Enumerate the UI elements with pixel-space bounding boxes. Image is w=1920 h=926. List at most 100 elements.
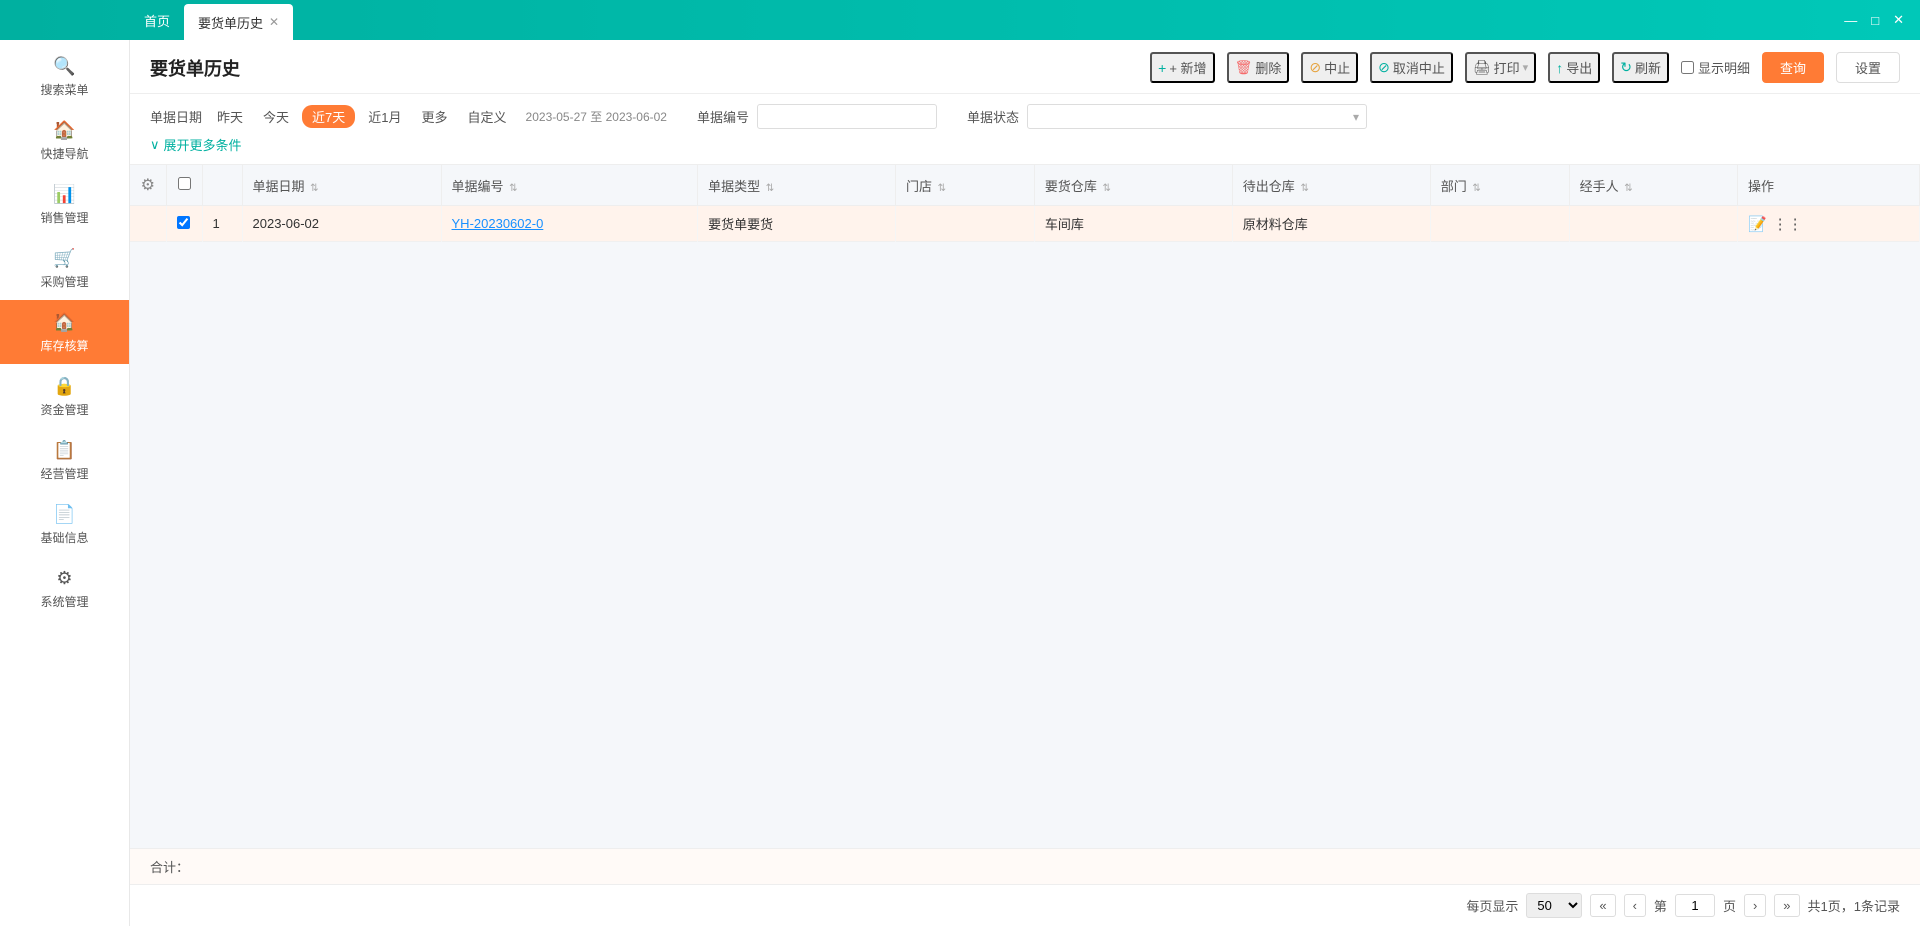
date-range-text: 2023-05-27 至 2023-06-02 <box>526 108 667 125</box>
page-title: 要货单历史 <box>150 55 240 81</box>
edit-action-icon[interactable]: 📝 <box>1748 215 1767 233</box>
row-checkbox-0[interactable] <box>177 216 190 229</box>
th-actions: 操作 <box>1737 165 1919 206</box>
cancel-stop-button[interactable]: ⊘ 取消中止 <box>1370 52 1453 83</box>
delete-button[interactable]: 🗑 删除 <box>1227 52 1290 83</box>
td-actions: 📝 ⋮⋮ <box>1737 206 1919 242</box>
print-icon: 🖨 <box>1473 59 1491 76</box>
date-filter-group: 单据日期 昨天 今天 近7天 近1月 更多 自定义 2023-05-27 至 2… <box>150 105 667 128</box>
sort-department-icon[interactable]: ⇅ <box>1472 183 1480 194</box>
sort-pending-warehouse-icon[interactable]: ⇅ <box>1300 183 1308 194</box>
page-number-input[interactable] <box>1675 894 1715 917</box>
th-doc-number: 单据编号 ⇅ <box>441 165 698 206</box>
display-detail-checkbox-label[interactable]: 显示明细 <box>1681 58 1750 77</box>
toolbar: + + 新增 🗑 删除 ⊘ 中止 ⊘ 取消中止 <box>1150 52 1900 83</box>
query-button[interactable]: 查询 <box>1762 52 1824 83</box>
sort-doc-date-icon[interactable]: ⇅ <box>310 183 318 194</box>
sort-handler-icon[interactable]: ⇅ <box>1624 183 1632 194</box>
sidebar-item-inventory[interactable]: 🏠 库存核算 <box>0 300 129 364</box>
data-table: ⚙ 单据日期 ⇅ 单据编号 <box>130 165 1920 242</box>
sidebar-item-search-menu[interactable]: 🔍 搜索菜单 <box>0 44 129 108</box>
new-icon: + <box>1158 60 1166 76</box>
tab-home[interactable]: 首页 <box>130 0 184 40</box>
date-filter-more[interactable]: 更多 <box>415 105 455 128</box>
table-body: 1 2023-06-02 YH-20230602-0 要货单要货 车间库 原材料… <box>130 206 1920 242</box>
maximize-btn[interactable]: □ <box>1871 13 1879 28</box>
date-filter-1month[interactable]: 近1月 <box>361 105 408 128</box>
system-icon: ⚙ <box>56 568 72 589</box>
chevron-down-icon: ∨ <box>150 137 160 153</box>
minimize-btn[interactable]: — <box>1844 13 1857 28</box>
sidebar-item-sales-mgmt[interactable]: 📊 销售管理 <box>0 172 129 236</box>
sidebar: 🔍 搜索菜单 🏠 快捷导航 📊 销售管理 🛒 采购管理 🏠 库存核算 🔒 资金管… <box>0 40 130 926</box>
expand-more-btn[interactable]: ∨ 展开更多条件 <box>150 135 1900 154</box>
td-doc-date: 2023-06-02 <box>242 206 441 242</box>
date-filter-label: 单据日期 <box>150 107 202 126</box>
display-detail-checkbox[interactable] <box>1681 61 1694 74</box>
page-size-select[interactable]: 10 20 50 100 <box>1526 893 1582 918</box>
doc-status-label: 单据状态 <box>967 107 1019 126</box>
page-header: 要货单历史 + + 新增 🗑 删除 ⊘ 中止 ⊘ <box>130 40 1920 94</box>
doc-number-filter-group: 单据编号 <box>697 104 937 129</box>
stop-button[interactable]: ⊘ 中止 <box>1301 52 1358 83</box>
sidebar-item-finance-mgmt[interactable]: 🔒 资金管理 <box>0 364 129 428</box>
sidebar-item-system-mgmt[interactable]: ⚙ 系统管理 <box>0 556 129 620</box>
stop-icon: ⊘ <box>1309 59 1321 76</box>
first-page-btn[interactable]: « <box>1590 894 1615 917</box>
date-filter-custom[interactable]: 自定义 <box>461 105 514 128</box>
close-btn[interactable]: ✕ <box>1893 12 1904 28</box>
td-doc-number[interactable]: YH-20230602-0 <box>441 206 698 242</box>
date-filter-yesterday[interactable]: 昨天 <box>210 105 250 128</box>
prev-page-btn[interactable]: ‹ <box>1624 894 1646 917</box>
filter-row: 单据日期 昨天 今天 近7天 近1月 更多 自定义 2023-05-27 至 2… <box>150 104 1900 129</box>
doc-number-input[interactable] <box>757 104 937 129</box>
table-head: ⚙ 单据日期 ⇅ 单据编号 <box>130 165 1920 206</box>
sidebar-item-purchase-mgmt[interactable]: 🛒 采购管理 <box>0 236 129 300</box>
setting-button[interactable]: 设置 <box>1836 52 1900 83</box>
page-label-after: 页 <box>1723 896 1736 915</box>
td-req-warehouse: 车间库 <box>1034 206 1232 242</box>
date-filter-options: 昨天 今天 近7天 近1月 更多 自定义 <box>210 105 514 128</box>
doc-status-select-wrapper <box>1027 104 1367 129</box>
td-doc-type: 要货单要货 <box>698 206 896 242</box>
doc-status-select[interactable] <box>1027 104 1367 129</box>
sort-doc-type-icon[interactable]: ⇅ <box>766 183 774 194</box>
last-page-btn[interactable]: » <box>1774 894 1799 917</box>
new-button[interactable]: + + 新增 <box>1150 52 1214 83</box>
table-row: 1 2023-06-02 YH-20230602-0 要货单要货 车间库 原材料… <box>130 206 1920 242</box>
td-checkbox <box>166 206 202 242</box>
more-action-icon[interactable]: ⋮⋮ <box>1773 215 1803 233</box>
sidebar-item-basic-info[interactable]: 📄 基础信息 <box>0 492 129 556</box>
date-filter-today[interactable]: 今天 <box>256 105 296 128</box>
table-header-row: ⚙ 单据日期 ⇅ 单据编号 <box>130 165 1920 206</box>
print-button[interactable]: 🖨 打印 ▾ <box>1465 52 1536 83</box>
th-req-warehouse: 要货仓库 ⇅ <box>1034 165 1232 206</box>
refresh-icon: ↻ <box>1620 59 1632 76</box>
main-layout: 🔍 搜索菜单 🏠 快捷导航 📊 销售管理 🛒 采购管理 🏠 库存核算 🔒 资金管… <box>0 40 1920 926</box>
sidebar-item-operations-mgmt[interactable]: 📋 经营管理 <box>0 428 129 492</box>
th-doc-date: 单据日期 ⇅ <box>242 165 441 206</box>
settings-icon[interactable]: ⚙ <box>141 177 155 194</box>
tab-requisition-history[interactable]: 要货单历史 ✕ <box>184 4 293 40</box>
sort-store-icon[interactable]: ⇅ <box>938 183 946 194</box>
doc-number-label: 单据编号 <box>697 107 749 126</box>
date-filter-7days[interactable]: 近7天 <box>302 105 355 128</box>
sidebar-item-quick-nav[interactable]: 🏠 快捷导航 <box>0 108 129 172</box>
doc-status-filter-group: 单据状态 <box>967 104 1367 129</box>
td-settings <box>130 206 166 242</box>
inventory-icon: 🏠 <box>53 312 75 333</box>
tab-close-icon[interactable]: ✕ <box>269 15 279 29</box>
refresh-button[interactable]: ↻ 刷新 <box>1612 52 1669 83</box>
sort-req-warehouse-icon[interactable]: ⇅ <box>1102 183 1110 194</box>
select-all-checkbox[interactable] <box>178 177 191 190</box>
th-index <box>202 165 242 206</box>
sort-doc-number-icon[interactable]: ⇅ <box>509 183 517 194</box>
next-page-btn[interactable]: › <box>1744 894 1766 917</box>
export-button[interactable]: ↑ 导出 <box>1548 52 1600 83</box>
th-pending-warehouse: 待出仓库 ⇅ <box>1232 165 1430 206</box>
finance-icon: 🔒 <box>53 376 75 397</box>
total-label: 共1页，1条记录 <box>1808 896 1900 915</box>
td-pending-warehouse: 原材料仓库 <box>1232 206 1430 242</box>
th-handler: 经手人 ⇅ <box>1569 165 1737 206</box>
td-department <box>1430 206 1569 242</box>
